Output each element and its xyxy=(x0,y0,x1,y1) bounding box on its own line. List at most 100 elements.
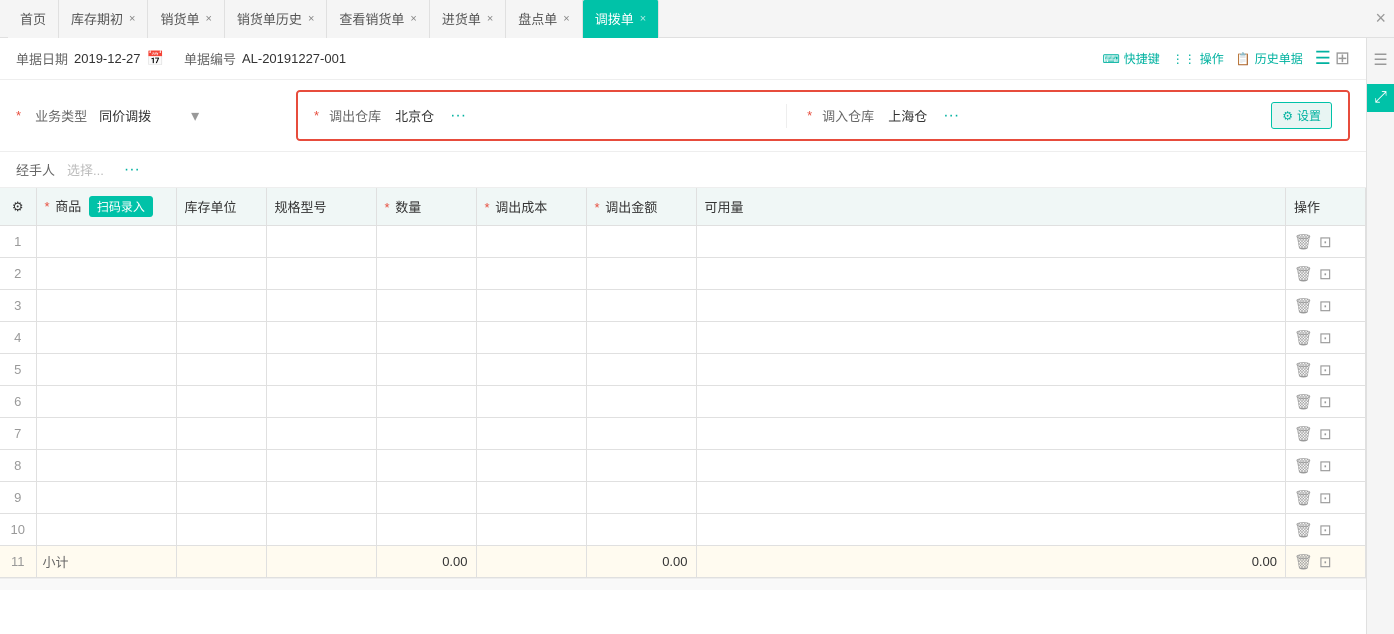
row-copy-icon[interactable]: ⊡ xyxy=(1319,425,1332,443)
row-qty-cell[interactable] xyxy=(376,514,476,546)
row-amount-cell[interactable] xyxy=(586,258,696,290)
row-copy-icon[interactable]: ⊡ xyxy=(1319,457,1332,475)
sidebar-list-icon[interactable]: ☰ xyxy=(1369,46,1391,74)
tab-purchase-order[interactable]: 进货单 × xyxy=(430,0,506,38)
row-qty-cell[interactable] xyxy=(376,386,476,418)
row-available-cell[interactable] xyxy=(696,322,1286,354)
row-amount-cell[interactable] xyxy=(586,482,696,514)
row-copy-icon[interactable]: ⊡ xyxy=(1319,489,1332,507)
row-cost-cell[interactable] xyxy=(476,290,586,322)
business-type-value[interactable]: 同价调拨 xyxy=(99,106,179,125)
row-unit-cell[interactable] xyxy=(176,258,266,290)
horizontal-scrollbar[interactable] xyxy=(0,578,1366,590)
row-amount-cell[interactable] xyxy=(586,226,696,258)
row-unit-cell[interactable] xyxy=(176,322,266,354)
row-available-cell[interactable] xyxy=(696,354,1286,386)
row-unit-cell[interactable] xyxy=(176,514,266,546)
close-purchase-order[interactable]: × xyxy=(487,13,493,25)
row-amount-cell[interactable] xyxy=(586,514,696,546)
row-product-cell[interactable] xyxy=(36,514,176,546)
row-delete-icon[interactable]: 🗑 xyxy=(1294,425,1313,443)
close-sales-history[interactable]: × xyxy=(308,13,314,25)
row-cost-cell[interactable] xyxy=(476,386,586,418)
row-delete-icon[interactable]: 🗑 xyxy=(1294,233,1313,251)
row-product-cell[interactable] xyxy=(36,386,176,418)
row-qty-cell[interactable] xyxy=(376,258,476,290)
tab-inventory-check[interactable]: 盘点单 × xyxy=(506,0,582,38)
row-cost-cell[interactable] xyxy=(476,258,586,290)
row-delete-icon[interactable]: 🗑 xyxy=(1294,457,1313,475)
close-check-sales[interactable]: × xyxy=(410,13,416,25)
close-transfer-order[interactable]: × xyxy=(640,13,646,25)
row-unit-cell[interactable] xyxy=(176,482,266,514)
row-available-cell[interactable] xyxy=(696,226,1286,258)
row-spec-cell[interactable] xyxy=(266,354,376,386)
row-copy-icon[interactable]: ⊡ xyxy=(1319,233,1332,251)
row-spec-cell[interactable] xyxy=(266,482,376,514)
row-amount-cell[interactable] xyxy=(586,386,696,418)
row-spec-cell[interactable] xyxy=(266,514,376,546)
row-spec-cell[interactable] xyxy=(266,290,376,322)
row-cost-cell[interactable] xyxy=(476,418,586,450)
row-amount-cell[interactable] xyxy=(586,290,696,322)
row-copy-icon[interactable]: ⊡ xyxy=(1319,521,1332,539)
calendar-icon[interactable]: 📅 xyxy=(147,50,164,67)
row-unit-cell[interactable] xyxy=(176,450,266,482)
row-unit-cell[interactable] xyxy=(176,418,266,450)
row-delete-icon[interactable]: 🗑 xyxy=(1294,329,1313,347)
row-unit-cell[interactable] xyxy=(176,386,266,418)
handler-input[interactable]: 选择... xyxy=(67,160,104,179)
row-available-cell[interactable] xyxy=(696,418,1286,450)
row-delete-icon[interactable]: 🗑 xyxy=(1294,553,1313,571)
tab-transfer-order[interactable]: 调拨单 × xyxy=(583,0,659,38)
tab-sales-order[interactable]: 销货单 × xyxy=(148,0,224,38)
row-amount-cell[interactable] xyxy=(586,322,696,354)
row-copy-icon[interactable]: ⊡ xyxy=(1319,297,1332,315)
close-inventory-check[interactable]: × xyxy=(563,13,569,25)
row-unit-cell[interactable] xyxy=(176,354,266,386)
row-qty-cell[interactable] xyxy=(376,290,476,322)
tab-inventory-init[interactable]: 库存期初 × xyxy=(59,0,148,38)
row-delete-icon[interactable]: 🗑 xyxy=(1294,361,1313,379)
row-cost-cell[interactable] xyxy=(476,226,586,258)
row-product-cell[interactable] xyxy=(36,450,176,482)
operations-button[interactable]: ⋮⋮ 操作 xyxy=(1172,50,1224,67)
row-qty-cell[interactable] xyxy=(376,226,476,258)
row-delete-icon[interactable]: 🗑 xyxy=(1294,297,1313,315)
row-qty-cell[interactable] xyxy=(376,482,476,514)
row-spec-cell[interactable] xyxy=(266,418,376,450)
row-qty-cell[interactable] xyxy=(376,354,476,386)
row-spec-cell[interactable] xyxy=(266,386,376,418)
row-product-cell[interactable] xyxy=(36,482,176,514)
sidebar-expand-icon[interactable]: ⤢ xyxy=(1367,84,1394,112)
row-spec-cell[interactable] xyxy=(266,258,376,290)
tab-sales-history[interactable]: 销货单历史 × xyxy=(225,0,327,38)
row-copy-icon[interactable]: ⊡ xyxy=(1319,265,1332,283)
row-available-cell[interactable] xyxy=(696,482,1286,514)
row-spec-cell[interactable] xyxy=(266,322,376,354)
row-product-cell[interactable] xyxy=(36,226,176,258)
row-delete-icon[interactable]: 🗑 xyxy=(1294,265,1313,283)
row-available-cell[interactable] xyxy=(696,258,1286,290)
layout-list-icon[interactable]: ☰ xyxy=(1315,48,1331,69)
row-spec-cell[interactable] xyxy=(266,450,376,482)
scan-barcode-button[interactable]: 扫码录入 xyxy=(89,196,153,217)
row-product-cell[interactable] xyxy=(36,354,176,386)
row-cost-cell[interactable] xyxy=(476,514,586,546)
th-settings[interactable]: ⚙ xyxy=(0,188,36,226)
warehouse-in-value[interactable]: 上海仓 xyxy=(888,106,927,125)
row-unit-cell[interactable] xyxy=(176,226,266,258)
row-unit-cell[interactable] xyxy=(176,290,266,322)
history-button[interactable]: 📋 历史单据 xyxy=(1236,50,1303,67)
close-sales-order[interactable]: × xyxy=(205,13,211,25)
row-cost-cell[interactable] xyxy=(476,354,586,386)
close-inventory-init[interactable]: × xyxy=(129,13,135,25)
row-available-cell[interactable] xyxy=(696,386,1286,418)
warehouse-out-value[interactable]: 北京仓 xyxy=(395,106,434,125)
warehouse-out-more-button[interactable]: ··· xyxy=(450,107,466,125)
tab-home[interactable]: 首页 xyxy=(8,0,59,38)
row-spec-cell[interactable] xyxy=(266,226,376,258)
row-product-cell[interactable] xyxy=(36,322,176,354)
row-cost-cell[interactable] xyxy=(476,482,586,514)
row-amount-cell[interactable] xyxy=(586,418,696,450)
